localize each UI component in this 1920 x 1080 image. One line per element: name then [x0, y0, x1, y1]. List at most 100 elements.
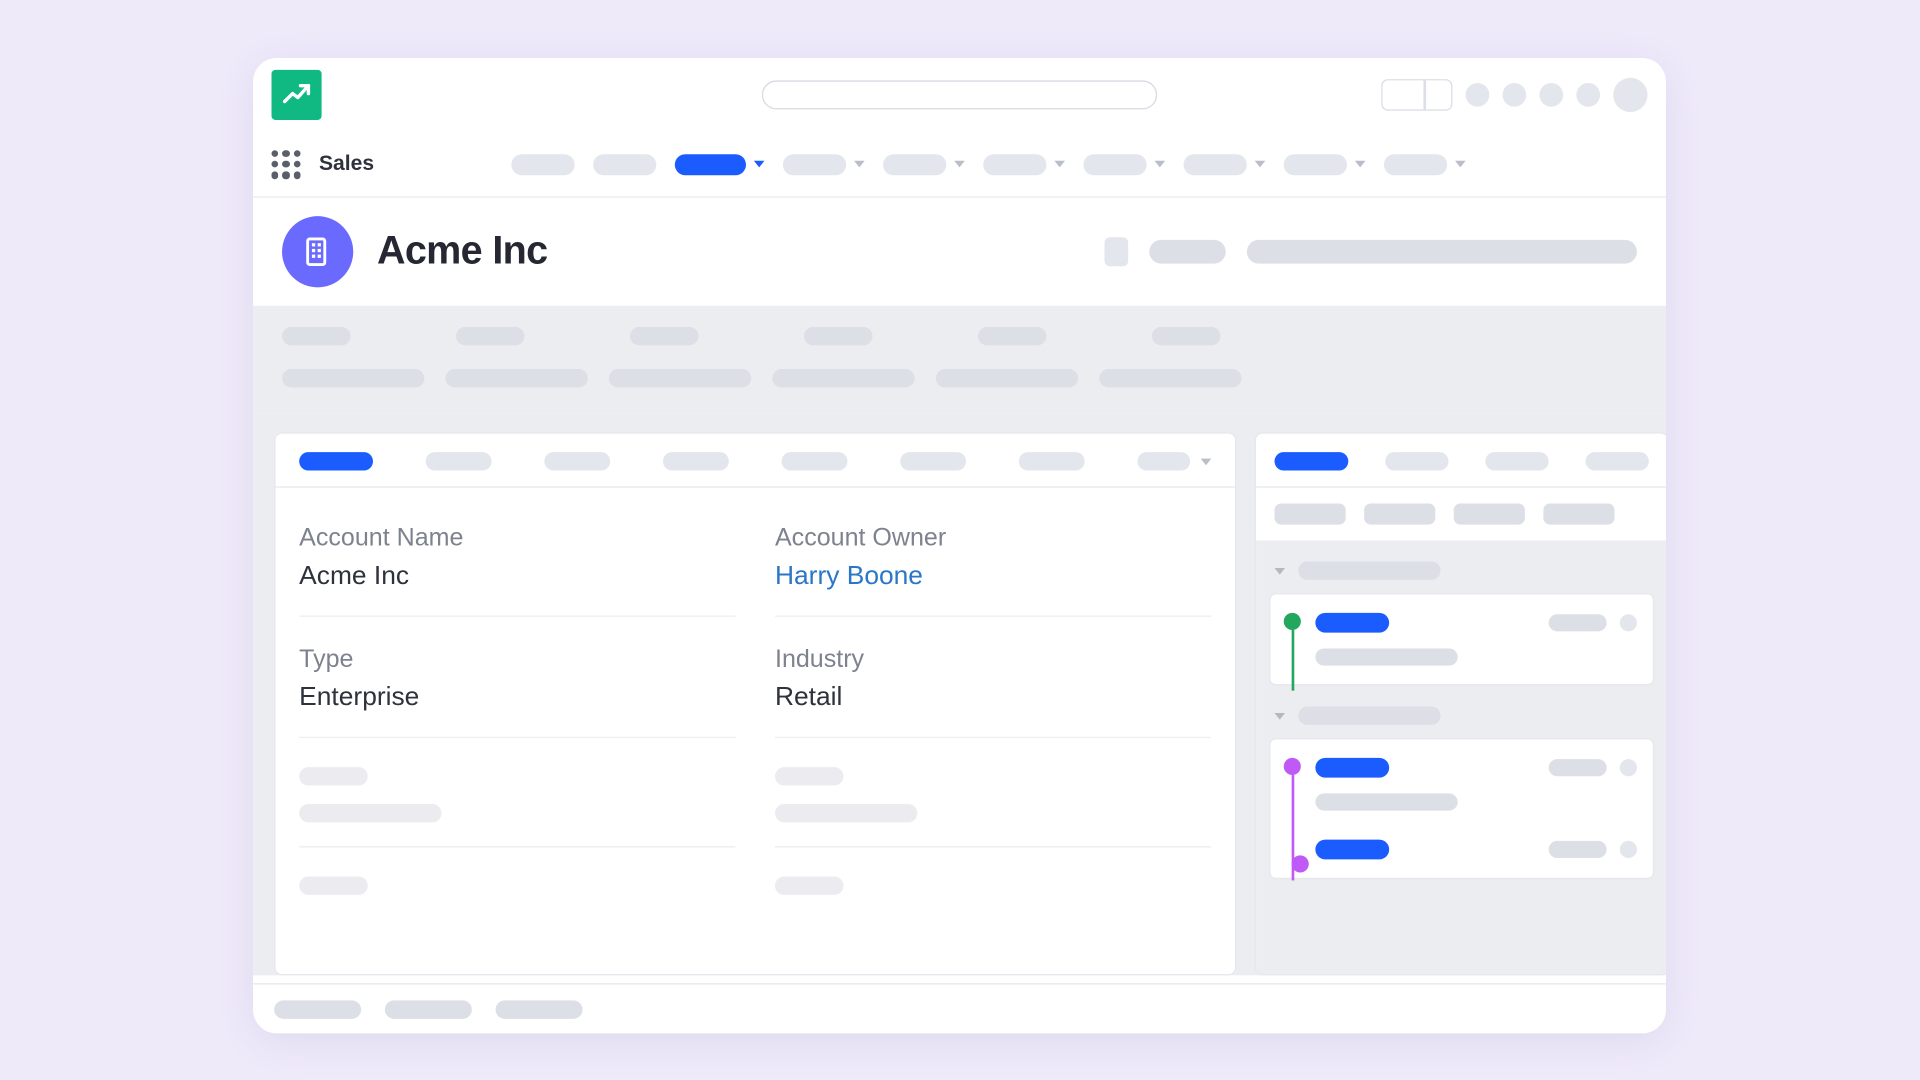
field-placeholder	[299, 876, 735, 913]
field-account-owner: Account Owner Harry Boone	[775, 525, 1211, 617]
global-header	[253, 58, 1666, 132]
highlight-label	[804, 327, 873, 345]
activity-tab[interactable]	[1485, 452, 1548, 470]
highlight-label	[978, 327, 1047, 345]
app-logo-icon[interactable]	[272, 70, 322, 120]
nav-item[interactable]	[983, 154, 1065, 175]
account-building-icon	[282, 216, 353, 287]
app-nav-bar: Sales	[253, 132, 1666, 198]
section-title-placeholder	[1298, 561, 1440, 579]
timeline-item[interactable]	[1269, 738, 1654, 879]
field-value: Enterprise	[299, 683, 735, 713]
timeline-dot-icon	[1284, 758, 1301, 775]
record-title: Acme Inc	[377, 229, 548, 274]
detail-tab[interactable]	[900, 452, 966, 470]
nav-item[interactable]	[511, 154, 574, 175]
highlights-panel	[253, 306, 1666, 414]
timeline-dot-icon	[1292, 855, 1309, 872]
chevron-down-icon	[1355, 161, 1366, 168]
timeline-action-icon[interactable]	[1620, 841, 1637, 858]
chevron-down-icon	[1455, 161, 1466, 168]
view-toggle[interactable]	[1381, 79, 1452, 111]
header-action-placeholder[interactable]	[1149, 240, 1225, 264]
timeline-item[interactable]	[1269, 593, 1654, 685]
chevron-down-icon	[1254, 161, 1265, 168]
nav-item[interactable]	[593, 154, 656, 175]
timeline-action-icon[interactable]	[1620, 614, 1637, 631]
activity-subtab[interactable]	[1543, 503, 1614, 524]
highlight-value	[282, 369, 424, 387]
app-launcher-icon[interactable]	[272, 150, 301, 179]
nav-item-active[interactable]	[675, 154, 765, 175]
nav-item[interactable]	[1183, 154, 1265, 175]
nav-item[interactable]	[1384, 154, 1466, 175]
timeline-section-header[interactable]	[1256, 554, 1666, 594]
chevron-down-icon	[1054, 161, 1065, 168]
activity-panel	[1255, 432, 1666, 975]
activity-subtab[interactable]	[1454, 503, 1525, 524]
activity-tab[interactable]	[1586, 452, 1649, 470]
header-action-icon[interactable]	[1539, 83, 1563, 107]
app-name: Sales	[319, 152, 374, 176]
nav-item[interactable]	[1283, 154, 1365, 175]
nav-item[interactable]	[783, 154, 865, 175]
field-value: Acme Inc	[299, 561, 735, 591]
highlight-value	[1099, 369, 1241, 387]
highlight-value	[936, 369, 1078, 387]
global-search-input[interactable]	[762, 80, 1157, 109]
header-action-icon[interactable]	[1503, 83, 1527, 107]
detail-tab-active[interactable]	[299, 452, 373, 470]
timeline-section-header[interactable]	[1256, 699, 1666, 739]
record-body: Account Name Acme Inc Account Owner Harr…	[253, 414, 1666, 975]
detail-tab[interactable]	[544, 452, 610, 470]
activity-subtabs	[1256, 488, 1666, 541]
chevron-down-icon	[1275, 567, 1286, 574]
detail-tabs	[275, 434, 1235, 488]
timeline-body-placeholder	[1315, 648, 1457, 665]
timeline-action-icon[interactable]	[1620, 759, 1637, 776]
field-value: Retail	[775, 683, 1211, 713]
activity-subtab[interactable]	[1364, 503, 1435, 524]
user-avatar[interactable]	[1613, 78, 1647, 112]
header-action-icon[interactable]	[1466, 83, 1490, 107]
highlight-value	[445, 369, 587, 387]
field-placeholder	[775, 876, 1211, 913]
field-placeholder	[775, 767, 1211, 847]
field-label: Type	[299, 646, 735, 675]
field-placeholder	[299, 767, 735, 847]
record-header: Acme Inc	[253, 198, 1666, 306]
detail-tab[interactable]	[663, 452, 729, 470]
chevron-down-icon	[954, 161, 965, 168]
nav-item[interactable]	[1083, 154, 1165, 175]
nav-item[interactable]	[883, 154, 965, 175]
highlight-value	[609, 369, 751, 387]
timeline-meta-placeholder	[1549, 614, 1607, 631]
field-type: Type Enterprise	[299, 646, 735, 738]
header-action-placeholder[interactable]	[1104, 237, 1128, 266]
section-title-placeholder	[1298, 706, 1440, 724]
utility-item[interactable]	[385, 1000, 472, 1018]
activity-tab-active[interactable]	[1275, 452, 1349, 470]
detail-tab[interactable]	[782, 452, 848, 470]
timeline-meta-placeholder	[1549, 841, 1607, 858]
highlight-label	[456, 327, 525, 345]
detail-tab[interactable]	[426, 452, 492, 470]
activity-tabs	[1256, 434, 1666, 488]
detail-tab[interactable]	[1019, 452, 1085, 470]
field-account-name: Account Name Acme Inc	[299, 525, 735, 617]
activity-subtab[interactable]	[1275, 503, 1346, 524]
chevron-down-icon	[754, 161, 765, 168]
detail-tab-more[interactable]	[1137, 452, 1190, 470]
timeline-title-placeholder	[1315, 613, 1389, 633]
activity-tab[interactable]	[1385, 452, 1448, 470]
header-action-bar-placeholder[interactable]	[1247, 240, 1637, 264]
field-value-link[interactable]: Harry Boone	[775, 561, 1211, 591]
utility-item[interactable]	[496, 1000, 583, 1018]
timeline-title-placeholder	[1315, 840, 1389, 860]
utility-item[interactable]	[274, 1000, 361, 1018]
chevron-down-icon	[1275, 712, 1286, 719]
field-industry: Industry Retail	[775, 646, 1211, 738]
header-action-icon[interactable]	[1576, 83, 1600, 107]
timeline-connector	[1292, 630, 1294, 691]
field-label: Account Name	[299, 525, 735, 554]
